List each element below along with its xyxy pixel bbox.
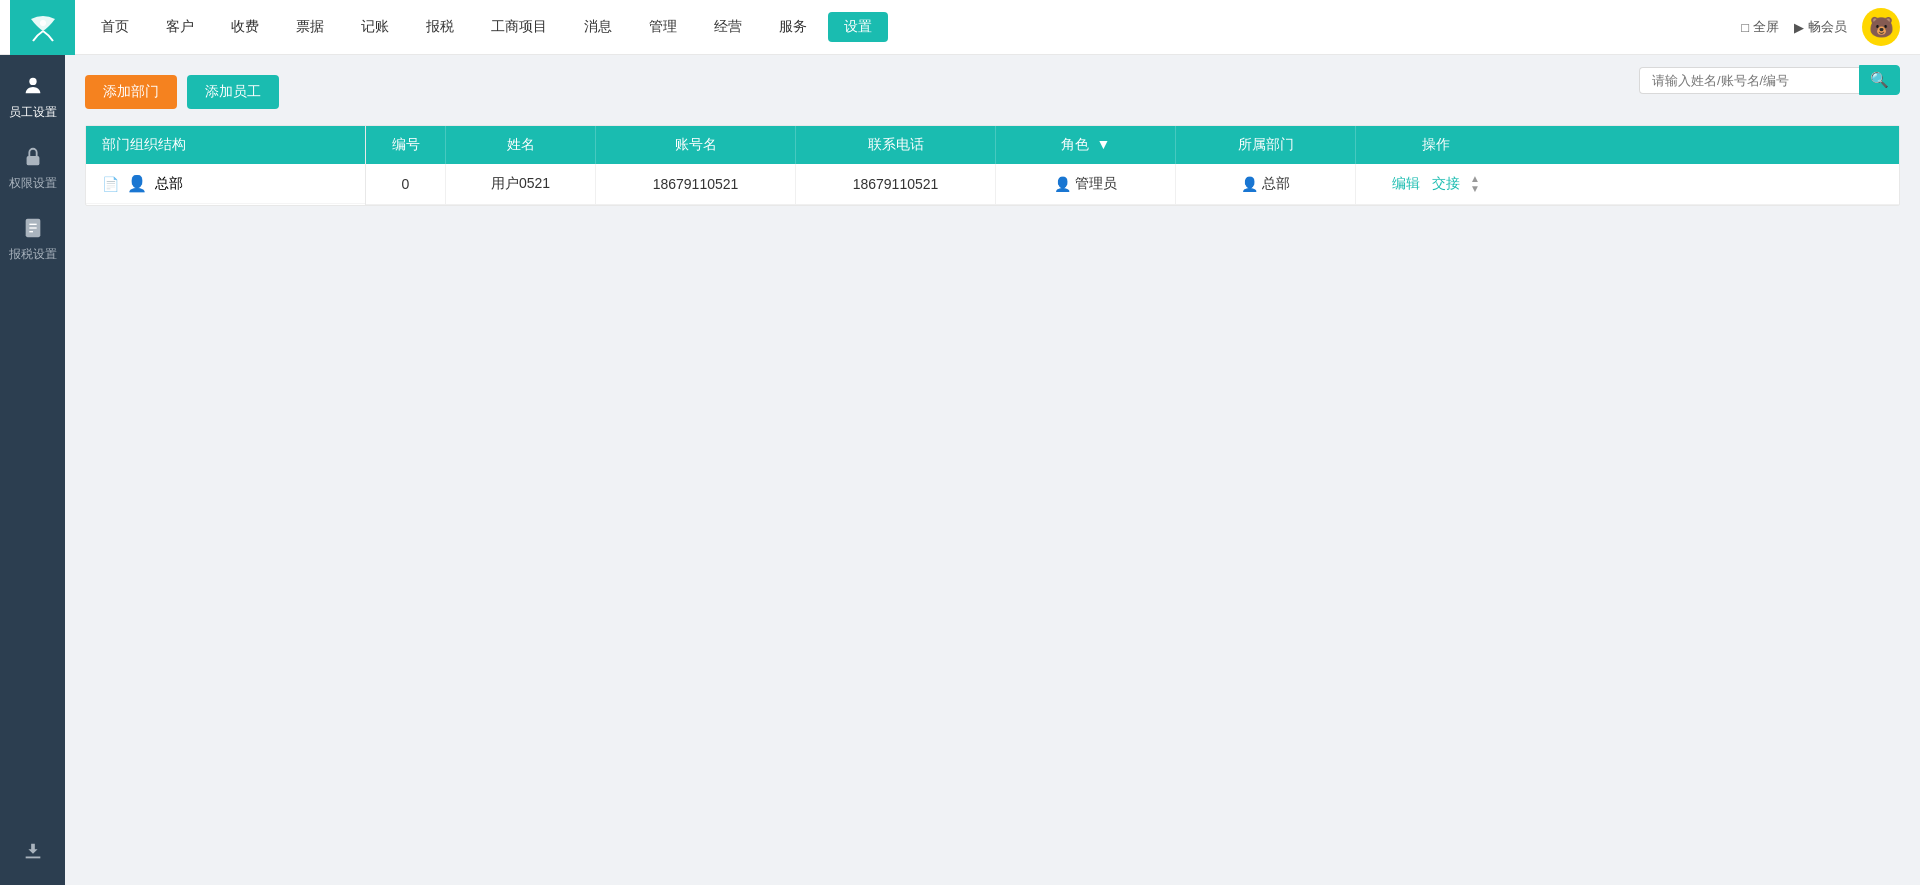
dept-icon: 👤 (1241, 176, 1258, 192)
svg-rect-2 (26, 156, 39, 165)
dept-name: 总部 (155, 175, 183, 193)
main-content: 添加部门 添加员工 部门组织结构 📄 👤 总部 编号 姓名 账号名 联系电话 角… (65, 55, 1920, 885)
sidebar-tax-label: 报税设置 (9, 246, 57, 263)
th-phone: 联系电话 (796, 126, 996, 164)
dept-label: 总部 (1262, 175, 1290, 193)
dept-tree: 部门组织结构 📄 👤 总部 (86, 126, 366, 205)
nav-settings[interactable]: 设置 (828, 12, 888, 42)
nav-bookkeeping[interactable]: 记账 (345, 12, 405, 42)
th-dept: 所属部门 (1176, 126, 1356, 164)
fullscreen-label: 全屏 (1753, 18, 1779, 36)
nav-right: □ 全屏 ▶ 畅会员 🐻 (1741, 8, 1900, 46)
member-button[interactable]: ▶ 畅会员 (1794, 18, 1847, 36)
role-label: 管理员 (1075, 175, 1117, 193)
report-icon (22, 217, 44, 242)
td-dept: 👤 总部 (1176, 164, 1356, 204)
sidebar-item-permissions[interactable]: 权限设置 (0, 136, 65, 202)
nav-tax[interactable]: 报税 (410, 12, 470, 42)
filter-icon[interactable]: ▼ (1097, 136, 1111, 152)
nav-customer[interactable]: 客户 (150, 12, 210, 42)
nav-business[interactable]: 工商项目 (475, 12, 563, 42)
th-actions: 操作 (1356, 126, 1516, 164)
add-employee-button[interactable]: 添加员工 (187, 75, 279, 109)
role-icon: 👤 (1054, 176, 1071, 192)
transfer-link[interactable]: 交接 (1432, 175, 1460, 193)
td-phone: 18679110521 (796, 164, 996, 204)
search-bar: 🔍 (1639, 65, 1900, 95)
logo (10, 0, 75, 55)
th-account: 账号名 (596, 126, 796, 164)
nav-operations[interactable]: 经营 (698, 12, 758, 42)
th-name: 姓名 (446, 126, 596, 164)
dept-tree-item[interactable]: 📄 👤 总部 (86, 164, 365, 204)
td-actions: 编辑 交接 ▲ ▼ (1356, 164, 1516, 204)
file-icon: 📄 (102, 176, 119, 192)
table-row: 0 用户0521 18679110521 18679110521 👤 管理员 👤… (366, 164, 1899, 205)
sidebar-item-tax[interactable]: 报税设置 (0, 207, 65, 273)
edit-link[interactable]: 编辑 (1392, 175, 1420, 193)
nav-service[interactable]: 服务 (763, 12, 823, 42)
search-button[interactable]: 🔍 (1859, 65, 1900, 95)
dept-user-icon: 👤 (127, 174, 147, 193)
member-label: 畅会员 (1808, 18, 1847, 36)
add-dept-button[interactable]: 添加部门 (85, 75, 177, 109)
th-role: 角色 ▼ (996, 126, 1176, 164)
table-header: 编号 姓名 账号名 联系电话 角色 ▼ 所属部门 操作 (366, 126, 1899, 164)
sidebar-item-employee[interactable]: 员工设置 (0, 65, 65, 131)
svg-point-0 (40, 20, 46, 26)
action-bar: 添加部门 添加员工 (85, 75, 1900, 109)
nav-home[interactable]: 首页 (85, 12, 145, 42)
td-name: 用户0521 (446, 164, 596, 204)
action-separator (1424, 176, 1428, 192)
td-role: 👤 管理员 (996, 164, 1176, 204)
sidebar-item-download[interactable] (0, 830, 65, 875)
person-icon (22, 75, 44, 100)
svg-point-1 (29, 78, 36, 85)
sidebar-employee-label: 员工设置 (9, 104, 57, 121)
fullscreen-button[interactable]: □ 全屏 (1741, 18, 1779, 36)
play-icon: ▶ (1794, 20, 1804, 35)
avatar-icon: 🐻 (1869, 15, 1894, 39)
content-area: 部门组织结构 📄 👤 总部 编号 姓名 账号名 联系电话 角色 ▼ 所属部门 操… (85, 125, 1900, 206)
nav-bills[interactable]: 票据 (280, 12, 340, 42)
nav-items: 首页 客户 收费 票据 记账 报税 工商项目 消息 管理 经营 服务 设置 (85, 12, 1741, 42)
td-account: 18679110521 (596, 164, 796, 204)
lock-icon (22, 146, 44, 171)
employee-table: 编号 姓名 账号名 联系电话 角色 ▼ 所属部门 操作 0 用户0521 186… (366, 126, 1899, 205)
sidebar-permissions-label: 权限设置 (9, 175, 57, 192)
th-id: 编号 (366, 126, 446, 164)
search-input[interactable] (1639, 67, 1859, 94)
user-avatar[interactable]: 🐻 (1862, 8, 1900, 46)
nav-fees[interactable]: 收费 (215, 12, 275, 42)
top-navigation: 首页 客户 收费 票据 记账 报税 工商项目 消息 管理 经营 服务 设置 □ … (0, 0, 1920, 55)
td-id: 0 (366, 164, 446, 204)
dept-tree-header: 部门组织结构 (86, 126, 365, 164)
fullscreen-icon: □ (1741, 20, 1749, 35)
nav-management[interactable]: 管理 (633, 12, 693, 42)
sidebar: 员工设置 权限设置 报税设置 (0, 55, 65, 885)
scroll-down-btn[interactable]: ▼ (1470, 184, 1480, 194)
nav-messages[interactable]: 消息 (568, 12, 628, 42)
download-icon (22, 840, 44, 865)
